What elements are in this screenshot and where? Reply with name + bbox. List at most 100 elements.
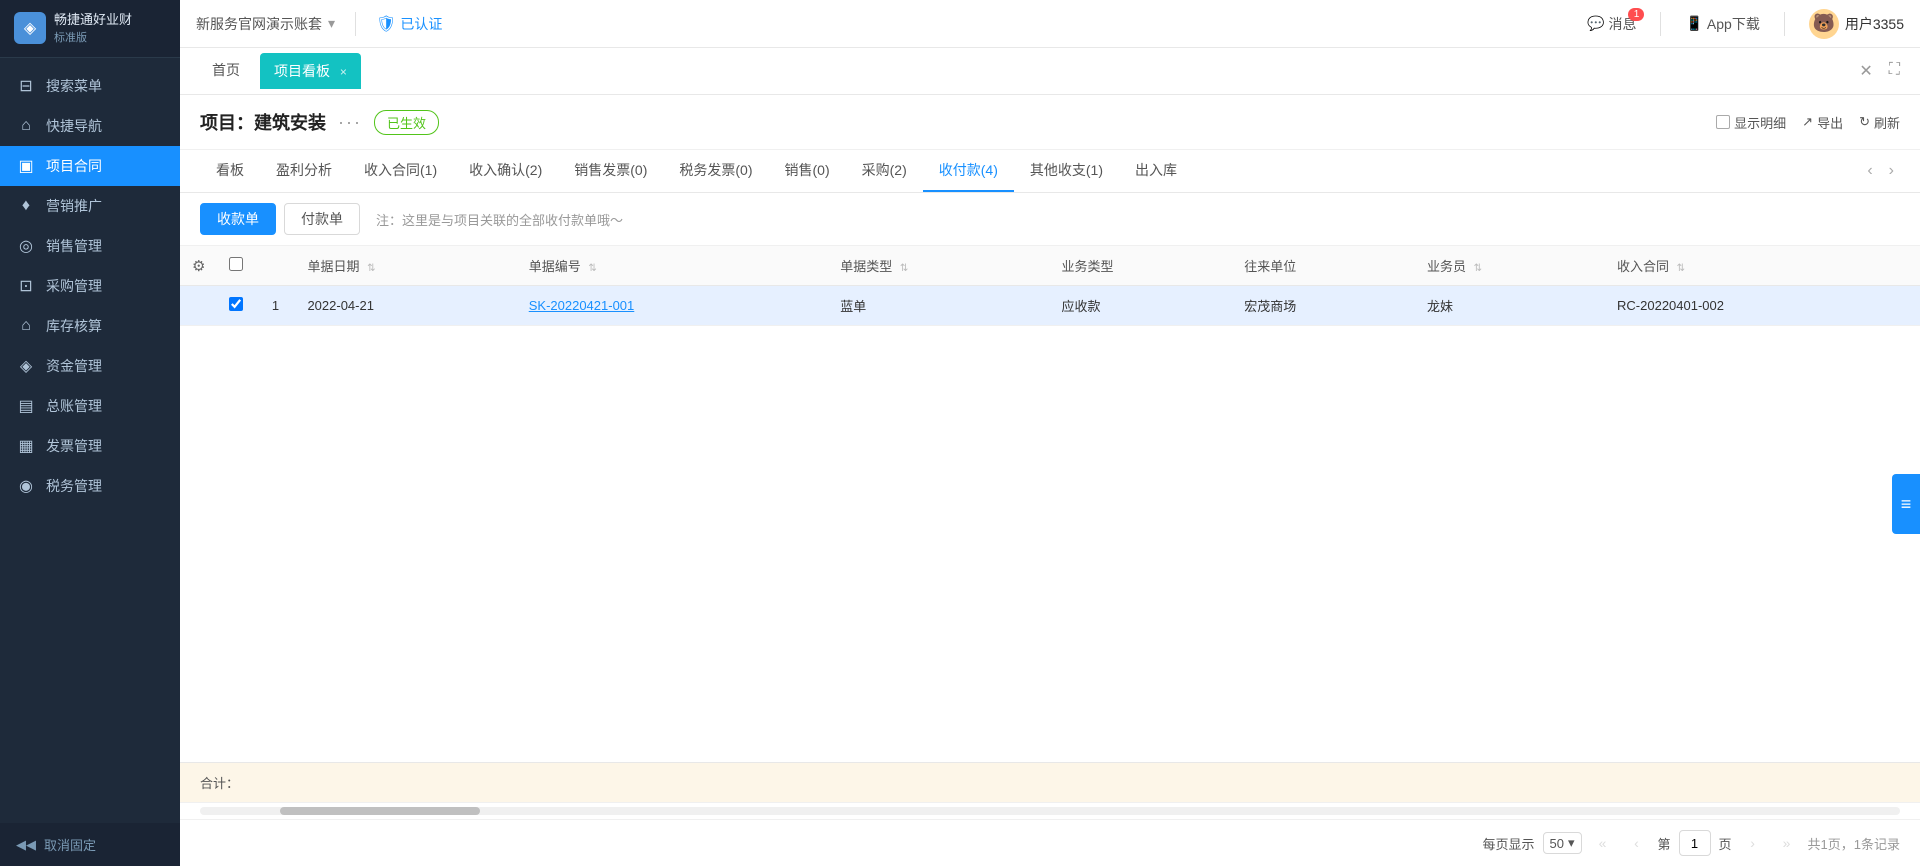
sidebar-item-inventory[interactable]: ⌂ 库存核算 xyxy=(0,306,180,346)
sidebar-item-label: 总账管理 xyxy=(46,396,102,416)
per-page-dropdown-icon: ▾ xyxy=(1568,835,1575,851)
sidebar-item-project[interactable]: ▣ 项目合同 xyxy=(0,146,180,186)
td-biz-type: 应收款 xyxy=(1049,286,1232,326)
avatar: 🐻 xyxy=(1809,9,1839,39)
phone-icon: 📱 xyxy=(1685,15,1702,32)
project-dropdown-icon[interactable]: ▾ xyxy=(328,15,335,32)
sub-tab-prev-button[interactable]: ‹ xyxy=(1861,158,1878,184)
sidebar-item-sales[interactable]: ◎ 销售管理 xyxy=(0,226,180,266)
sidebar-item-tax[interactable]: ◉ 税务管理 xyxy=(0,466,180,506)
sub-tab-tax-invoice[interactable]: 税务发票(0) xyxy=(663,150,768,192)
sidebar-item-marketing[interactable]: ♦ 营销推广 xyxy=(0,186,180,226)
search-menu-icon: ⊟ xyxy=(16,76,36,96)
sort-contract-icon: ⇅ xyxy=(1677,263,1685,274)
hscrollbar-track[interactable] xyxy=(200,807,1900,815)
sub-tab-kanban[interactable]: 看板 xyxy=(200,150,260,192)
tab-project-board[interactable]: 项目看板 × xyxy=(260,53,361,89)
sidebar-item-label: 销售管理 xyxy=(46,236,102,256)
topbar-divider xyxy=(355,12,356,36)
right-float-button[interactable]: ≡ xyxy=(1892,474,1920,534)
project-header: 项目：建筑安装 ··· 已生效 显示明细 ↗ 导出 ↻ 刷新 xyxy=(180,95,1920,150)
tax-icon: ◉ xyxy=(16,476,36,496)
total-bar: 合计： xyxy=(180,762,1920,802)
logo-sub: 标准版 xyxy=(54,29,132,45)
fullscreen-button[interactable]: ⛶ xyxy=(1885,57,1904,85)
tabbar: 首页 项目看板 × ✕ ⛶ xyxy=(180,48,1920,95)
tab-home[interactable]: 首页 xyxy=(196,48,256,94)
sub-tab-income-confirm[interactable]: 收入确认(2) xyxy=(453,150,558,192)
sidebar-unpin-button[interactable]: ◀◀ 取消固定 xyxy=(0,823,180,866)
gear-icon[interactable]: ⚙ xyxy=(192,258,205,275)
show-detail-checkbox[interactable] xyxy=(1716,115,1730,129)
sub-tab-income-contract[interactable]: 收入合同(1) xyxy=(348,150,453,192)
td-date: 2022-04-21 xyxy=(295,286,516,326)
receipt-filter-button[interactable]: 收款单 xyxy=(200,203,276,235)
th-gear[interactable]: ⚙ xyxy=(180,246,217,286)
sub-tab-sales-invoice[interactable]: 销售发票(0) xyxy=(558,150,663,192)
row-checkbox[interactable] xyxy=(229,297,243,311)
user-label: 用户3355 xyxy=(1845,14,1904,34)
project-more-button[interactable]: ··· xyxy=(338,112,362,133)
page-number-input[interactable] xyxy=(1679,830,1711,856)
td-code[interactable]: SK-20220421-001 xyxy=(517,286,828,326)
sub-tab-next-button[interactable]: › xyxy=(1883,158,1900,184)
message-icon: 💬 xyxy=(1587,15,1604,32)
message-button[interactable]: 💬 消息 1 xyxy=(1587,14,1636,34)
first-page-button[interactable]: « xyxy=(1590,830,1616,856)
last-page-button[interactable]: » xyxy=(1774,830,1800,856)
th-code[interactable]: 单据编号 ⇅ xyxy=(517,246,828,286)
select-all-checkbox[interactable] xyxy=(229,257,243,271)
th-salesperson[interactable]: 业务员 ⇅ xyxy=(1415,246,1605,286)
ledger-icon: ▤ xyxy=(16,396,36,416)
marketing-icon: ♦ xyxy=(16,197,36,215)
sidebar-item-ledger[interactable]: ▤ 总账管理 xyxy=(0,386,180,426)
sidebar-item-purchase[interactable]: ⊡ 采购管理 xyxy=(0,266,180,306)
sort-type-icon: ⇅ xyxy=(900,263,908,274)
prev-page-button[interactable]: ‹ xyxy=(1624,830,1650,856)
th-date[interactable]: 单据日期 ⇅ xyxy=(295,246,516,286)
logo-name: 畅捷通好业财 xyxy=(54,12,132,29)
main-area: 新服务官网演示账套 ▾ 🛡 已认证 💬 消息 1 📱 App下载 🐻 用户335… xyxy=(180,0,1920,866)
sidebar-item-funds[interactable]: ◈ 资金管理 xyxy=(0,346,180,386)
sub-tab-sales[interactable]: 销售(0) xyxy=(769,150,846,192)
th-biz-type: 业务类型 xyxy=(1049,246,1232,286)
close-window-button[interactable]: ✕ xyxy=(1855,57,1876,85)
right-float-icon: ≡ xyxy=(1901,494,1912,515)
topbar-divider2 xyxy=(1660,12,1661,36)
sub-tab-other-income[interactable]: 其他收支(1) xyxy=(1014,150,1119,192)
sub-tab-receipts[interactable]: 收付款(4) xyxy=(923,150,1014,192)
user-menu[interactable]: 🐻 用户3355 xyxy=(1809,9,1904,39)
hscrollbar-row xyxy=(180,802,1920,819)
td-gear xyxy=(180,286,217,326)
document-link[interactable]: SK-20220421-001 xyxy=(529,298,635,313)
table-container: ⚙ 单据日期 ⇅ 单据编号 ⇅ xyxy=(180,246,1920,762)
tab-close-icon[interactable]: × xyxy=(340,65,347,79)
tab-home-label: 首页 xyxy=(212,62,240,78)
per-page-select[interactable]: 50 ▾ xyxy=(1543,832,1582,854)
td-partner: 宏茂商场 xyxy=(1232,286,1415,326)
shield-icon: 🛡 xyxy=(376,14,396,34)
sidebar-item-label: 资金管理 xyxy=(46,356,102,376)
sidebar-item-quicknav[interactable]: ⌂ 快捷导航 xyxy=(0,106,180,146)
project-icon: ▣ xyxy=(16,156,36,176)
certified-label: 已认证 xyxy=(400,14,442,34)
sub-tab-purchase[interactable]: 采购(2) xyxy=(846,150,923,192)
th-partner: 往来单位 xyxy=(1232,246,1415,286)
funds-icon: ◈ xyxy=(16,356,36,376)
refresh-button[interactable]: ↻ 刷新 xyxy=(1859,113,1900,132)
sub-tab-nav: ‹ › xyxy=(1861,158,1900,184)
topbar-right: 💬 消息 1 📱 App下载 🐻 用户3355 xyxy=(1587,9,1904,39)
sub-tab-inout[interactable]: 出入库 xyxy=(1119,150,1193,192)
app-download-button[interactable]: 📱 App下载 xyxy=(1685,14,1759,34)
export-button[interactable]: ↗ 导出 xyxy=(1802,113,1843,132)
payment-filter-button[interactable]: 付款单 xyxy=(284,203,360,235)
th-type[interactable]: 单据类型 ⇅ xyxy=(828,246,1049,286)
sidebar-item-invoice[interactable]: ▦ 发票管理 xyxy=(0,426,180,466)
sidebar-item-search[interactable]: ⊟ 搜索菜单 xyxy=(0,66,180,106)
next-page-button[interactable]: › xyxy=(1740,830,1766,856)
hscrollbar-thumb[interactable] xyxy=(280,807,480,815)
th-income-contract[interactable]: 收入合同 ⇅ xyxy=(1605,246,1920,286)
show-detail-button[interactable]: 显示明细 xyxy=(1716,113,1786,132)
sub-tab-profit[interactable]: 盈利分析 xyxy=(260,150,348,192)
export-icon: ↗ xyxy=(1802,114,1813,130)
